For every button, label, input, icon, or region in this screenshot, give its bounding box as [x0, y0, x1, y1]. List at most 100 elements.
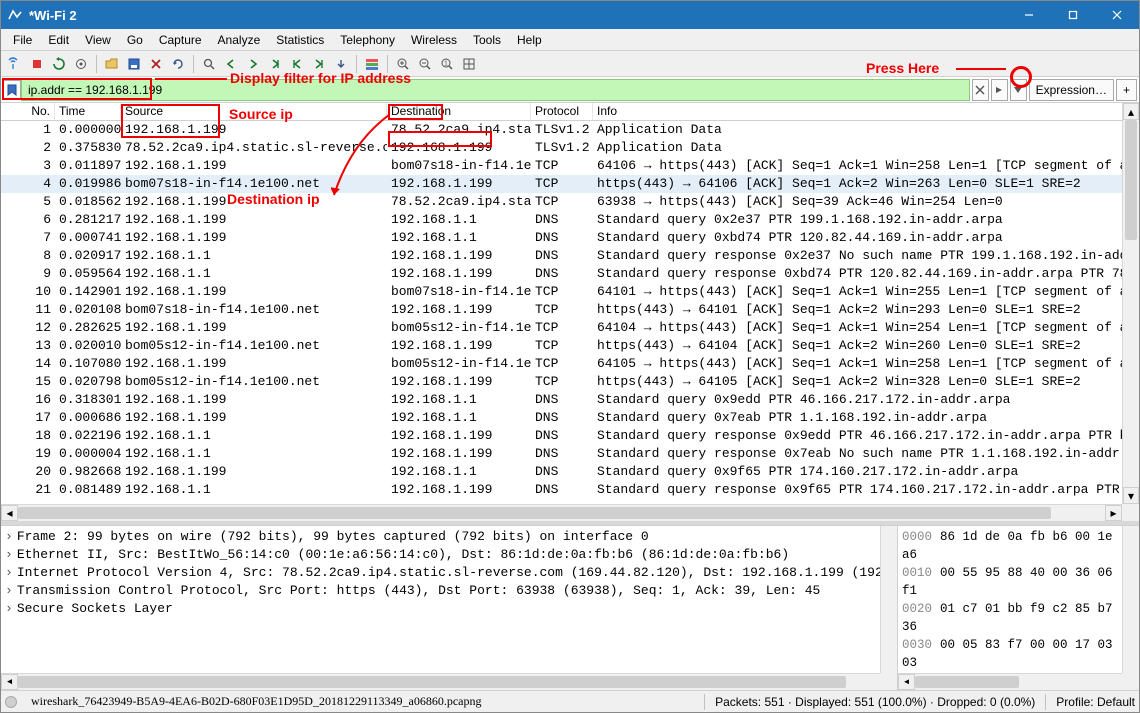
toolbar: 1 [1, 51, 1139, 77]
packet-row[interactable]: 50.018562192.168.1.19978.52.2ca9.ip4.sta… [1, 193, 1122, 211]
hex-line[interactable]: 001000 55 95 88 40 00 36 06 f1 [902, 564, 1135, 600]
col-source[interactable]: Source [121, 103, 387, 120]
resize-columns-button[interactable] [459, 54, 479, 74]
open-file-button[interactable] [102, 54, 122, 74]
menu-edit[interactable]: Edit [40, 31, 77, 49]
go-prev-button[interactable] [221, 54, 241, 74]
packet-row[interactable]: 70.000741192.168.1.199192.168.1.1DNSStan… [1, 229, 1122, 247]
scroll-down-icon[interactable]: ▾ [1123, 487, 1139, 504]
tree-item[interactable]: ›Ethernet II, Src: BestItWo_56:14:c0 (00… [5, 546, 893, 564]
restart-capture-button[interactable] [49, 54, 69, 74]
col-time[interactable]: Time [55, 103, 121, 120]
packet-row[interactable]: 110.020108bom07s18-in-f14.1e100.net192.1… [1, 301, 1122, 319]
tree-item[interactable]: ›Frame 2: 99 bytes on wire (792 bits), 9… [5, 528, 893, 546]
minimize-button[interactable] [1007, 1, 1051, 29]
tree-item[interactable]: ›Internet Protocol Version 4, Src: 78.52… [5, 564, 893, 582]
col-destination[interactable]: Destination [387, 103, 531, 120]
svg-text:1: 1 [444, 60, 448, 67]
scroll-left-icon[interactable]: ◂ [1, 505, 18, 521]
packet-row[interactable]: 170.000686192.168.1.199192.168.1.1DNSSta… [1, 409, 1122, 427]
menu-wireless[interactable]: Wireless [403, 31, 465, 49]
expression-button[interactable]: Expression… [1029, 79, 1114, 101]
packet-list[interactable]: No. Time Source Destination Protocol Inf… [1, 103, 1139, 521]
auto-scroll-button[interactable] [331, 54, 351, 74]
filter-bookmark-button[interactable] [3, 80, 21, 100]
zoom-out-button[interactable] [415, 54, 435, 74]
packet-row[interactable]: 140.107080192.168.1.199bom05s12-in-f14.1… [1, 355, 1122, 373]
packet-row[interactable]: 90.059564192.168.1.1192.168.1.199DNSStan… [1, 265, 1122, 283]
packet-row[interactable]: 130.020010bom05s12-in-f14.1e100.net192.1… [1, 337, 1122, 355]
window-title: *Wi-Fi 2 [29, 8, 1007, 23]
title-bar: *Wi-Fi 2 [1, 1, 1139, 29]
packet-details-pane[interactable]: ›Frame 2: 99 bytes on wire (792 bits), 9… [1, 526, 897, 690]
col-no[interactable]: No. [1, 103, 55, 120]
menu-statistics[interactable]: Statistics [268, 31, 332, 49]
scroll-up-icon[interactable]: ▴ [1123, 103, 1139, 120]
menu-tools[interactable]: Tools [465, 31, 509, 49]
packet-row[interactable]: 10.000000192.168.1.19978.52.2ca9.ip4.sta… [1, 121, 1122, 139]
menu-bar: FileEditViewGoCaptureAnalyzeStatisticsTe… [1, 29, 1139, 51]
colorize-button[interactable] [362, 54, 382, 74]
status-capture-file: wireshark_76423949-B5A9-4EA6-B02D-680F03… [31, 694, 482, 709]
filter-clear-button[interactable] [972, 79, 989, 101]
go-last-button[interactable] [309, 54, 329, 74]
menu-view[interactable]: View [77, 31, 119, 49]
zoom-in-button[interactable] [393, 54, 413, 74]
menu-capture[interactable]: Capture [151, 31, 210, 49]
tree-item[interactable]: ›Secure Sockets Layer [5, 600, 893, 618]
packet-row[interactable]: 210.081489192.168.1.1192.168.1.199DNSSta… [1, 481, 1122, 499]
col-info[interactable]: Info [593, 103, 1139, 120]
bytes-hscroll[interactable]: ◂▸ [898, 673, 1139, 690]
maximize-button[interactable] [1051, 1, 1095, 29]
hex-line[interactable]: 003000 05 83 f7 00 00 17 03 03 [902, 636, 1135, 672]
packet-row[interactable]: 60.281217192.168.1.199192.168.1.1DNSStan… [1, 211, 1122, 229]
hex-line[interactable]: 002001 c7 01 bb f9 c2 85 b7 36 [902, 600, 1135, 636]
menu-telephony[interactable]: Telephony [332, 31, 403, 49]
packet-row[interactable]: 160.318301192.168.1.199192.168.1.1DNSSta… [1, 391, 1122, 409]
col-protocol[interactable]: Protocol [531, 103, 593, 120]
menu-go[interactable]: Go [119, 31, 151, 49]
close-file-button[interactable] [146, 54, 166, 74]
hex-line[interactable]: 000086 1d de 0a fb b6 00 1e a6 [902, 528, 1135, 564]
packet-list-hscroll[interactable]: ◂ ▸ [1, 504, 1122, 521]
menu-file[interactable]: File [5, 31, 40, 49]
display-filter-input[interactable] [21, 79, 970, 101]
add-filter-button[interactable]: + [1116, 79, 1137, 101]
go-first-button[interactable] [287, 54, 307, 74]
go-next-button[interactable] [243, 54, 263, 74]
close-button[interactable] [1095, 1, 1139, 29]
reload-button[interactable] [168, 54, 188, 74]
display-filter-bar: Expression… + [1, 77, 1139, 103]
packet-row[interactable]: 80.020917192.168.1.1192.168.1.199DNSStan… [1, 247, 1122, 265]
capture-options-button[interactable] [71, 54, 91, 74]
packet-row[interactable]: 190.000004192.168.1.1192.168.1.199DNSSta… [1, 445, 1122, 463]
packet-row[interactable]: 40.019986bom07s18-in-f14.1e100.net192.16… [1, 175, 1122, 193]
find-packet-button[interactable] [199, 54, 219, 74]
packet-row[interactable]: 20.37583078.52.2ca9.ip4.static.sl-revers… [1, 139, 1122, 157]
start-capture-button[interactable] [5, 54, 25, 74]
details-hscroll[interactable]: ◂▸ [1, 673, 897, 690]
packet-row[interactable]: 180.022196192.168.1.1192.168.1.199DNSSta… [1, 427, 1122, 445]
expert-info-icon[interactable] [5, 696, 17, 708]
status-bar: wireshark_76423949-B5A9-4EA6-B02D-680F03… [1, 690, 1139, 712]
status-packets: Packets: 551 · Displayed: 551 (100.0%) ·… [715, 695, 1035, 709]
packet-bytes-pane[interactable]: 000086 1d de 0a fb b6 00 1e a6001000 55 … [897, 526, 1139, 690]
wireshark-icon [7, 7, 23, 23]
packet-row[interactable]: 150.020798bom05s12-in-f14.1e100.net192.1… [1, 373, 1122, 391]
zoom-reset-button[interactable]: 1 [437, 54, 457, 74]
packet-row[interactable]: 120.282625192.168.1.199bom05s12-in-f14.1… [1, 319, 1122, 337]
packet-list-vscroll[interactable]: ▴ ▾ [1122, 103, 1139, 504]
packet-row[interactable]: 30.011897192.168.1.199bom07s18-in-f14.1e… [1, 157, 1122, 175]
filter-history-button[interactable] [1010, 79, 1027, 101]
filter-apply-button[interactable] [991, 79, 1008, 101]
tree-item[interactable]: ›Transmission Control Protocol, Src Port… [5, 582, 893, 600]
status-profile[interactable]: Profile: Default [1056, 695, 1135, 709]
packet-row[interactable]: 200.982668192.168.1.199192.168.1.1DNSSta… [1, 463, 1122, 481]
menu-analyze[interactable]: Analyze [210, 31, 269, 49]
stop-capture-button[interactable] [27, 54, 47, 74]
packet-row[interactable]: 100.142901192.168.1.199bom07s18-in-f14.1… [1, 283, 1122, 301]
menu-help[interactable]: Help [509, 31, 550, 49]
save-file-button[interactable] [124, 54, 144, 74]
go-to-packet-button[interactable] [265, 54, 285, 74]
scroll-right-icon[interactable]: ▸ [1105, 505, 1122, 521]
